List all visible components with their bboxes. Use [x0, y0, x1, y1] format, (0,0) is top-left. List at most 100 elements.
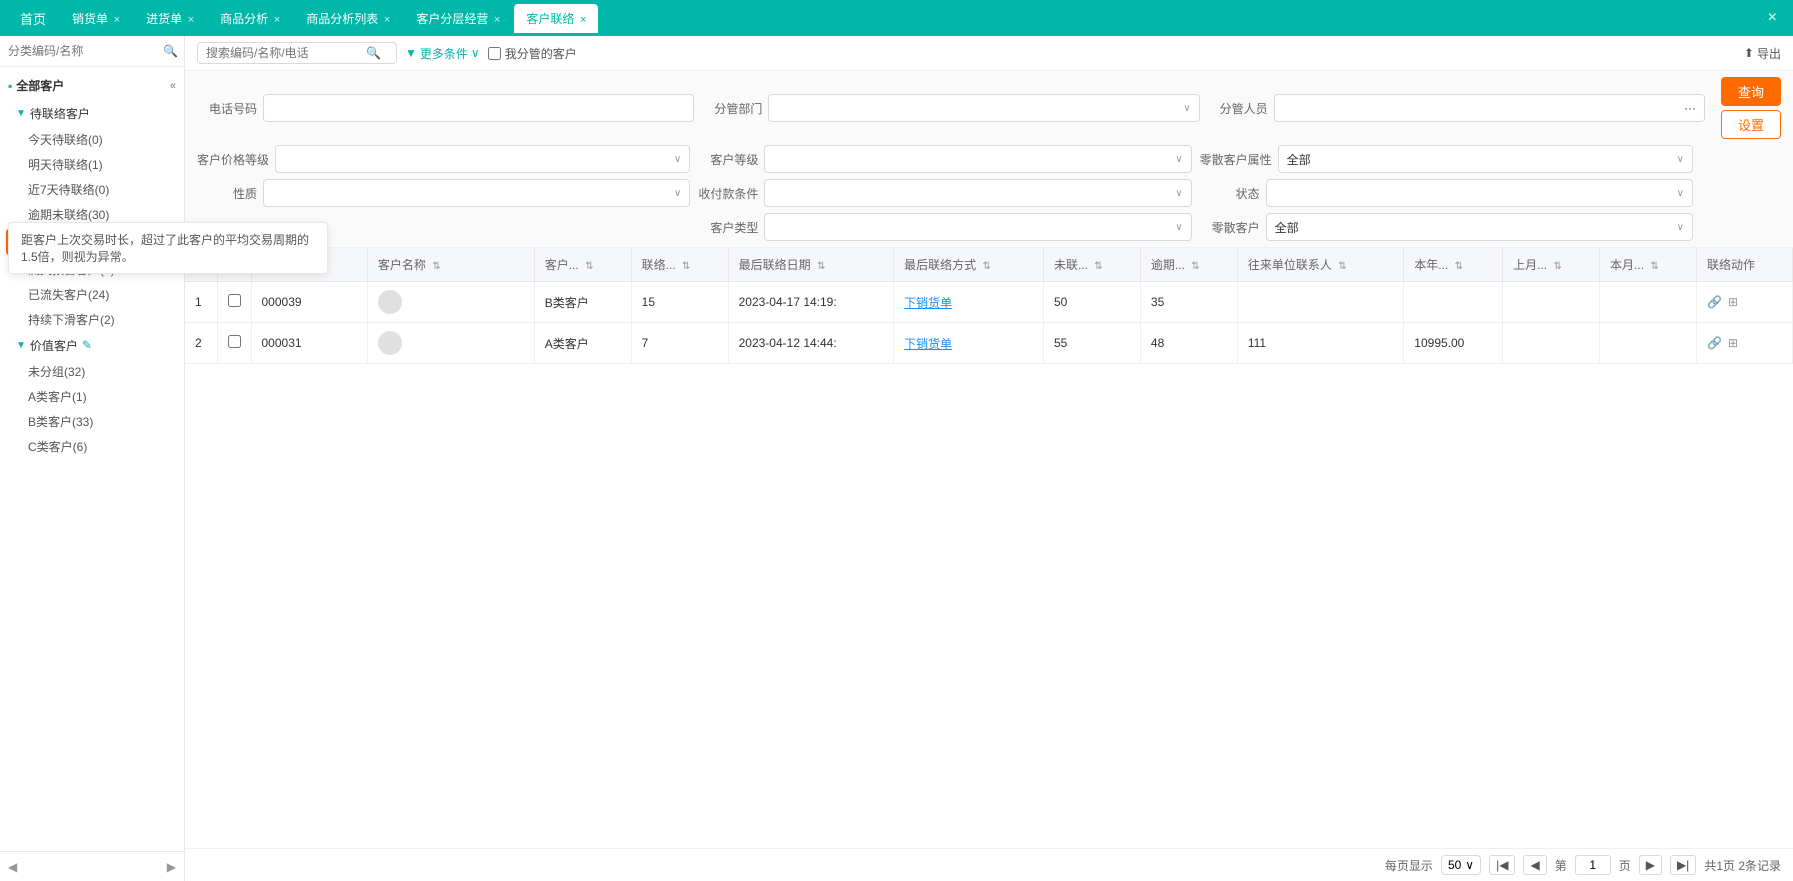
- th-name[interactable]: 客户名称 ⇅: [367, 248, 534, 282]
- phone-input[interactable]: [263, 94, 694, 122]
- manager-dots-icon[interactable]: ···: [1684, 101, 1696, 115]
- dept-select[interactable]: ∨: [768, 94, 1199, 122]
- last-page-btn[interactable]: ▶|: [1670, 855, 1696, 875]
- status-chevron-icon: ∨: [1677, 188, 1684, 199]
- search-icon[interactable]: 🔍: [366, 46, 381, 60]
- prev-page-btn[interactable]: ◀: [1523, 855, 1546, 875]
- tab-customer-contact[interactable]: 客户联络 ×: [514, 4, 598, 33]
- td-method-2[interactable]: 下销货单: [894, 323, 1044, 364]
- status-select[interactable]: ∨: [1266, 179, 1693, 207]
- total-label: 共1页 2条记录: [1704, 857, 1781, 874]
- edit-icon[interactable]: ✎: [82, 338, 92, 352]
- nature-select[interactable]: ∨: [263, 179, 690, 207]
- sort-year-icon[interactable]: ⇅: [1455, 261, 1463, 272]
- close-purchase-order[interactable]: ×: [188, 14, 194, 26]
- close-customer-contact[interactable]: ×: [580, 14, 586, 26]
- sidebar-item-b-class[interactable]: B类客户(33): [0, 409, 184, 434]
- table-row: 2 000031 A类客户 7 2023-04-12 14:44: 下销货单 5…: [185, 323, 1793, 364]
- row1-checkbox[interactable]: [228, 294, 241, 307]
- sidebar-item-a-class[interactable]: A类客户(1): [0, 384, 184, 409]
- retail-customer-select[interactable]: 全部 ∨: [1266, 213, 1693, 241]
- more-conditions-btn[interactable]: ▼ 更多条件 ∨: [405, 45, 480, 62]
- action-grid-icon-1[interactable]: ⊞: [1728, 295, 1738, 309]
- sidebar-value-customers-header[interactable]: ▼ 价值客户 ✎: [0, 332, 184, 359]
- tab-product-analysis[interactable]: 商品分析 ×: [208, 4, 292, 33]
- action-link-icon-1[interactable]: 🔗: [1707, 295, 1722, 309]
- close-customer-management[interactable]: ×: [494, 14, 500, 26]
- per-page-select[interactable]: 50 ∨: [1441, 855, 1481, 875]
- window-close-button[interactable]: ×: [1760, 5, 1785, 31]
- td-method-1[interactable]: 下销货单: [894, 282, 1044, 323]
- sidebar-item-7days[interactable]: 近7天待联络(0): [0, 177, 184, 202]
- search-input-wrapper[interactable]: 🔍: [197, 42, 397, 64]
- customer-type-select[interactable]: ∨: [764, 213, 1191, 241]
- sort-date-icon[interactable]: ⇅: [817, 261, 825, 272]
- sort-class-icon[interactable]: ⇅: [585, 261, 593, 272]
- sidebar-search-icon[interactable]: 🔍: [163, 44, 178, 58]
- sidebar-item-c-class[interactable]: C类客户(6): [0, 434, 184, 459]
- page-number-input[interactable]: [1575, 855, 1611, 875]
- method-link-1[interactable]: 下销货单: [904, 296, 952, 310]
- sidebar-item-ungroup[interactable]: 未分组(32): [0, 359, 184, 384]
- sort-last-month-icon[interactable]: ⇅: [1553, 261, 1561, 272]
- th-contact-count[interactable]: 联络... ⇅: [631, 248, 728, 282]
- sidebar-collapse-btn[interactable]: ◀: [8, 860, 17, 874]
- filter-cell-dept: 分管部门 ∨: [702, 94, 1199, 122]
- sidebar-pending-contact-header[interactable]: ▼ 待联络客户: [0, 100, 184, 127]
- close-product-analysis[interactable]: ×: [274, 14, 280, 26]
- export-button[interactable]: ⬆ 导出: [1744, 45, 1781, 62]
- row2-checkbox[interactable]: [228, 335, 241, 348]
- th-customer-class[interactable]: 客户... ⇅: [534, 248, 631, 282]
- action-grid-icon-2[interactable]: ⊞: [1728, 336, 1738, 350]
- customer-level-select[interactable]: ∨: [764, 145, 1191, 173]
- th-this-month[interactable]: 本月... ⇅: [1600, 248, 1697, 282]
- next-page-btn[interactable]: ▶: [1639, 855, 1662, 875]
- sidebar-item-today[interactable]: 今天待联络(0): [0, 127, 184, 152]
- tab-sales-order[interactable]: 销货单 ×: [60, 4, 132, 33]
- sort-related-icon[interactable]: ⇅: [1338, 261, 1346, 272]
- payment-select[interactable]: ∨: [764, 179, 1191, 207]
- sidebar-item-lost[interactable]: 已流失客户(24): [0, 282, 184, 307]
- manager-select[interactable]: ···: [1274, 94, 1705, 122]
- sidebar-item-declining[interactable]: 持续下滑客户(2): [0, 307, 184, 332]
- th-uncontacted[interactable]: 未联... ⇅: [1043, 248, 1140, 282]
- collapse-icon[interactable]: «: [170, 80, 176, 92]
- sidebar-item-tomorrow[interactable]: 明天待联络(1): [0, 152, 184, 177]
- td-name-1[interactable]: [367, 282, 534, 323]
- my-customers-checkbox[interactable]: [488, 47, 501, 60]
- sidebar-expand-btn[interactable]: ▶: [167, 860, 176, 874]
- search-input[interactable]: [206, 46, 366, 60]
- action-link-icon-2[interactable]: 🔗: [1707, 336, 1722, 350]
- td-checkbox-2[interactable]: [217, 323, 251, 364]
- sort-method-icon[interactable]: ⇅: [983, 261, 991, 272]
- sort-uncontact-icon[interactable]: ⇅: [1094, 261, 1102, 272]
- sort-name-icon[interactable]: ⇅: [432, 261, 440, 272]
- th-this-year[interactable]: 本年... ⇅: [1404, 248, 1503, 282]
- sidebar-all-customers[interactable]: ▪ 全部客户 «: [0, 71, 184, 100]
- th-last-contact-method[interactable]: 最后联络方式 ⇅: [894, 248, 1044, 282]
- tab-home[interactable]: 首页: [8, 3, 58, 34]
- tab-purchase-order[interactable]: 进货单 ×: [134, 4, 206, 33]
- td-checkbox-1[interactable]: [217, 282, 251, 323]
- td-name-2[interactable]: [367, 323, 534, 364]
- query-button[interactable]: 查询: [1721, 77, 1781, 106]
- first-page-btn[interactable]: |◀: [1489, 855, 1515, 875]
- price-level-select[interactable]: ∨: [275, 145, 690, 173]
- method-link-2[interactable]: 下销货单: [904, 337, 952, 351]
- sidebar-search-input[interactable]: [8, 44, 163, 58]
- td-class-2: A类客户: [534, 323, 631, 364]
- close-product-analysis-list[interactable]: ×: [384, 14, 390, 26]
- th-last-contact-date[interactable]: 最后联络日期 ⇅: [728, 248, 894, 282]
- retail-attr-select[interactable]: 全部 ∨: [1278, 145, 1693, 173]
- th-last-month[interactable]: 上月... ⇅: [1503, 248, 1600, 282]
- close-sales-order[interactable]: ×: [114, 14, 120, 26]
- sort-overdue-icon[interactable]: ⇅: [1191, 261, 1199, 272]
- sort-this-month-icon[interactable]: ⇅: [1650, 261, 1658, 272]
- th-overdue[interactable]: 逾期... ⇅: [1140, 248, 1237, 282]
- th-related-contact[interactable]: 往来单位联系人 ⇅: [1237, 248, 1403, 282]
- setting-button[interactable]: 设置: [1721, 110, 1781, 139]
- tab-product-analysis-list[interactable]: 商品分析列表 ×: [294, 4, 402, 33]
- tab-customer-management[interactable]: 客户分层经营 ×: [404, 4, 512, 33]
- sort-contact-icon[interactable]: ⇅: [682, 261, 690, 272]
- my-customers-filter[interactable]: 我分管的客户: [488, 45, 577, 62]
